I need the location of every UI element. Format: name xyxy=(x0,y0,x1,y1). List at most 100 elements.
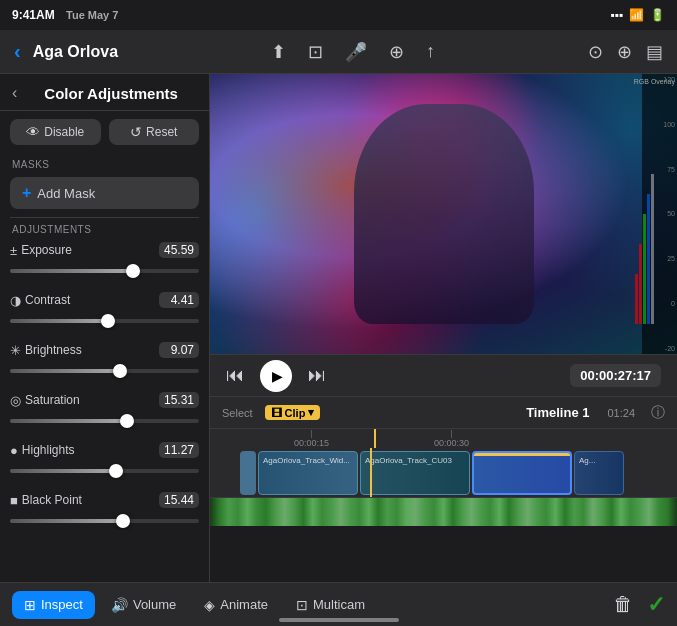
timeline-title: Timeline 1 xyxy=(526,405,589,420)
audio-waveform xyxy=(210,498,677,526)
volume-label: Volume xyxy=(133,597,176,612)
top-bar-left: ‹ Aga Orlova xyxy=(14,40,118,63)
inspect-label: Inspect xyxy=(41,597,83,612)
ruler-time-15: 00:00:15 xyxy=(294,438,329,448)
contrast-row: ◑ Contrast 4.41 xyxy=(0,288,209,338)
exposure-value[interactable]: 45.59 xyxy=(159,242,199,258)
contrast-slider[interactable] xyxy=(10,312,199,330)
blackpoint-thumb[interactable] xyxy=(116,514,130,528)
adjustments-section-label: ADJUSTMENTS xyxy=(0,218,209,238)
overlap-icon[interactable]: ⊕ xyxy=(617,41,632,63)
play-button[interactable]: ▶ xyxy=(260,360,292,392)
hist-tick-neg20: -20 xyxy=(663,345,675,352)
upload-icon[interactable]: ⬆ xyxy=(271,41,286,63)
animate-label: Animate xyxy=(220,597,268,612)
back-button[interactable]: ‹ xyxy=(14,40,21,63)
animate-icon: ◈ xyxy=(204,597,215,613)
volume-icon: 🔊 xyxy=(111,597,128,613)
highlights-value[interactable]: 11.27 xyxy=(159,442,199,458)
brightness-icon: ✳ xyxy=(10,343,21,358)
confirm-button[interactable]: ✓ xyxy=(647,592,665,618)
histogram-ticks: 120 100 75 50 25 0 -20 xyxy=(661,74,677,354)
playhead[interactable] xyxy=(374,429,376,448)
disable-label: Disable xyxy=(44,125,84,139)
timeline-playhead xyxy=(370,448,372,497)
saturation-track xyxy=(10,419,199,423)
skip-forward-button[interactable]: ⏭ xyxy=(308,365,326,386)
brightness-thumb[interactable] xyxy=(113,364,127,378)
tab-animate[interactable]: ◈ Animate xyxy=(192,591,280,619)
contrast-thumb[interactable] xyxy=(101,314,115,328)
svg-rect-3 xyxy=(647,194,650,324)
saturation-slider[interactable] xyxy=(10,412,199,430)
disable-button[interactable]: 👁 Disable xyxy=(10,119,101,145)
tab-volume[interactable]: 🔊 Volume xyxy=(99,591,188,619)
info-icon[interactable]: ⓘ xyxy=(651,404,665,422)
ruler-mark-30: 00:00:30 xyxy=(434,430,469,448)
blackpoint-value[interactable]: 15.44 xyxy=(159,492,199,508)
saturation-value[interactable]: 15.31 xyxy=(159,392,199,408)
svg-rect-2 xyxy=(643,214,646,324)
hist-tick-120: 120 xyxy=(663,76,675,83)
clip-3-label: AgaOrlova_Track_CU03 xyxy=(365,456,452,465)
panel-back-icon[interactable]: ‹ xyxy=(12,84,17,102)
clip-2[interactable]: AgaOrlova_Track_Wid... xyxy=(258,451,358,495)
clock-icon[interactable]: ⊙ xyxy=(588,41,603,63)
reset-button[interactable]: ↺ Reset xyxy=(109,119,200,145)
panel-controls: 👁 Disable ↺ Reset xyxy=(0,111,209,153)
brightness-label: ✳ Brightness xyxy=(10,343,82,358)
top-bar: ‹ Aga Orlova ⬆ ⊡ 🎤 ⊕ ↑ ⊙ ⊕ ▤ xyxy=(0,30,677,74)
status-icons: ▪▪▪ 📶 🔋 xyxy=(610,8,665,22)
exposure-label: ± Exposure xyxy=(10,243,72,258)
clip-1[interactable] xyxy=(240,451,256,495)
timeline-ruler: 00:00:15 00:00:30 xyxy=(210,428,677,448)
reset-label: Reset xyxy=(146,125,177,139)
share-icon[interactable]: ↑ xyxy=(426,41,435,63)
top-bar-center: ⬆ ⊡ 🎤 ⊕ ↑ xyxy=(118,41,588,63)
panel-title: Color Adjustments xyxy=(25,85,197,102)
blackpoint-slider[interactable] xyxy=(10,512,199,530)
ruler-marks: 00:00:15 00:00:30 xyxy=(214,429,673,448)
tab-multicam[interactable]: ⊡ Multicam xyxy=(284,591,377,619)
sidebar-toggle-icon[interactable]: ▤ xyxy=(646,41,663,63)
main-layout: ‹ Color Adjustments 👁 Disable ↺ Reset MA… xyxy=(0,74,677,582)
clip-badge-chevron: ▾ xyxy=(308,406,314,419)
saturation-thumb[interactable] xyxy=(120,414,134,428)
left-panel: ‹ Color Adjustments 👁 Disable ↺ Reset MA… xyxy=(0,74,210,582)
status-bar: 9:41AM Tue May 7 ▪▪▪ 📶 🔋 xyxy=(0,0,677,30)
video-track: AgaOrlova_Track_Wid... AgaOrlova_Track_C… xyxy=(210,448,677,498)
person-silhouette xyxy=(354,104,534,324)
multicam-label: Multicam xyxy=(313,597,365,612)
brightness-header: ✳ Brightness 9.07 xyxy=(10,342,199,358)
highlights-thumb[interactable] xyxy=(109,464,123,478)
tab-inspect[interactable]: ⊞ Inspect xyxy=(12,591,95,619)
svg-rect-1 xyxy=(639,244,642,324)
camera-icon[interactable]: ⊡ xyxy=(308,41,323,63)
highlights-row: ● Highlights 11.27 xyxy=(0,438,209,488)
clip-badge-label: Clip xyxy=(285,407,306,419)
exposure-slider[interactable] xyxy=(10,262,199,280)
exposure-thumb[interactable] xyxy=(126,264,140,278)
blackpoint-label: ■ Black Point xyxy=(10,493,82,508)
delete-button[interactable]: 🗑 xyxy=(613,593,633,616)
timeline-tracks: AgaOrlova_Track_Wid... AgaOrlova_Track_C… xyxy=(210,448,677,582)
clip-4[interactable]: Ag... xyxy=(574,451,624,495)
highlights-slider[interactable] xyxy=(10,462,199,480)
brightness-slider[interactable] xyxy=(10,362,199,380)
add-mask-button[interactable]: + Add Mask xyxy=(10,177,199,209)
play-icon: ▶ xyxy=(272,368,283,384)
ruler-tick-15 xyxy=(311,430,312,438)
blackpoint-icon: ■ xyxy=(10,493,18,508)
clip-3[interactable]: AgaOrlova_Track_CU03 xyxy=(360,451,470,495)
contrast-value[interactable]: 4.41 xyxy=(159,292,199,308)
mic-icon[interactable]: 🎤 xyxy=(345,41,367,63)
hist-tick-0: 0 xyxy=(663,300,675,307)
exposure-icon: ± xyxy=(10,243,17,258)
circle-plus-icon[interactable]: ⊕ xyxy=(389,41,404,63)
clip-selected[interactable] xyxy=(472,451,572,495)
skip-back-button[interactable]: ⏮ xyxy=(226,365,244,386)
video-background xyxy=(210,74,677,354)
brightness-value[interactable]: 9.07 xyxy=(159,342,199,358)
clip-badge[interactable]: 🎞 Clip ▾ xyxy=(265,405,321,420)
saturation-label: ◎ Saturation xyxy=(10,393,80,408)
